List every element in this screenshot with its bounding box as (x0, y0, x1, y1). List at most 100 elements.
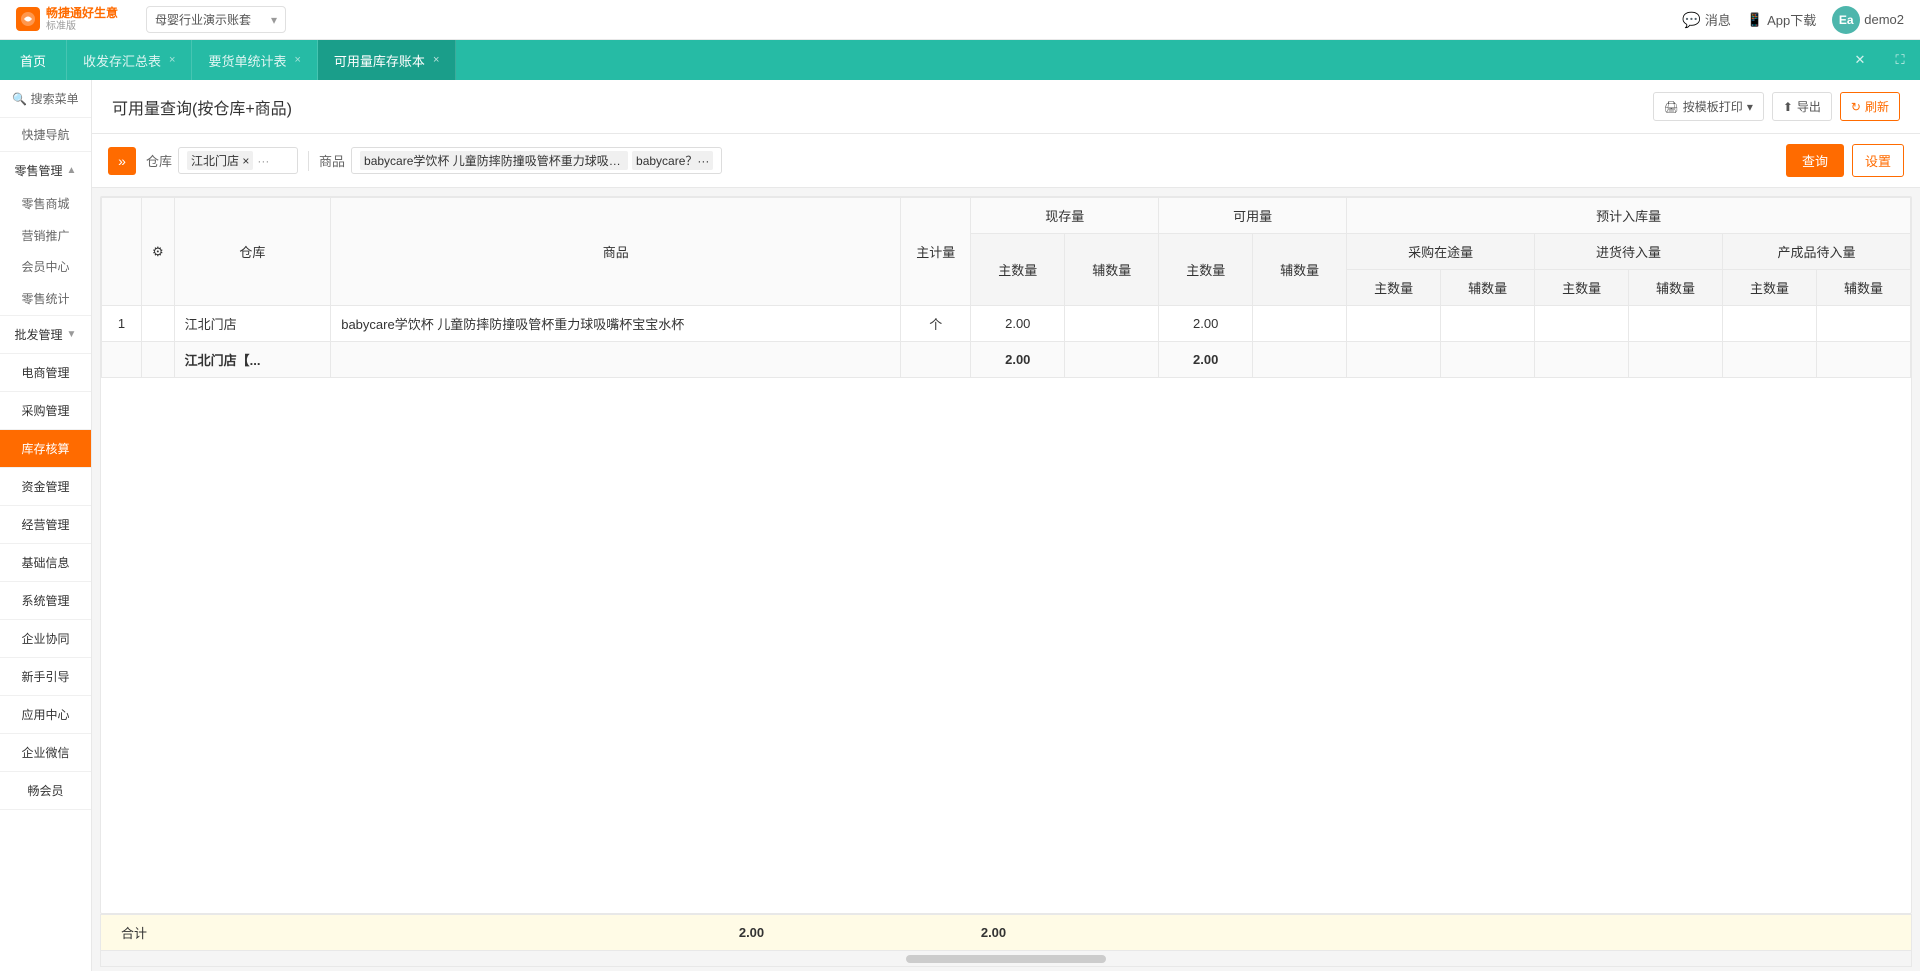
chevron-up-icon: ▲ (67, 165, 77, 176)
th-pit-main: 主数量 (1347, 270, 1441, 306)
sidebar-item-collab-label: 企业协同 (21, 630, 69, 647)
gear-icon[interactable]: ⚙ (152, 244, 164, 259)
expand-nav-button[interactable]: ⛶ (1880, 40, 1920, 80)
sidebar-group-retail-header[interactable]: 零售管理 ▲ (0, 152, 91, 189)
table-row: 1 江北门店 babycare学饮杯 儿童防摔防撞吸管杯重力球吸嘴杯宝宝水杯 个… (102, 306, 1911, 342)
cell-prod-main (1723, 342, 1817, 378)
username-label: demo2 (1864, 12, 1904, 27)
industry-selector[interactable]: 母婴行业演示账套 ▾ (146, 6, 286, 33)
tab-home[interactable]: 首页 (0, 40, 67, 80)
query-button[interactable]: 查询 (1786, 144, 1844, 177)
sidebar-group-apps-header[interactable]: 应用中心 (0, 696, 91, 733)
sidebar-group-collab-header[interactable]: 企业协同 (0, 620, 91, 657)
sidebar-group-apps: 应用中心 (0, 696, 91, 734)
cell-pit-aux (1441, 342, 1535, 378)
sidebar-item-apps-label: 应用中心 (21, 706, 69, 723)
sidebar-group-vip-header[interactable]: 畅会员 (0, 772, 91, 809)
th-pp-aux: 辅数量 (1629, 270, 1723, 306)
th-purchase-in-transit-group: 采购在途量 (1347, 234, 1535, 270)
cell-stock-main: 2.00 (971, 306, 1065, 342)
sidebar-group-system-header[interactable]: 系统管理 (0, 582, 91, 619)
cell-prod-aux (1817, 306, 1911, 342)
sidebar-group-newuser: 新手引导 (0, 658, 91, 696)
close-tab-available-inventory[interactable]: × (433, 54, 439, 66)
sidebar-group-wechat: 企业微信 (0, 734, 91, 772)
cell-product (331, 342, 901, 378)
table-area: ⚙ 仓库 商品 主计量 现存量 (100, 196, 1912, 914)
th-gear: ⚙ (142, 198, 175, 306)
sidebar-item-ecommerce-mall[interactable]: 零售商城 (0, 189, 91, 221)
sidebar-group-finance-header[interactable]: 资金管理 (0, 468, 91, 505)
settings-button[interactable]: 设置 (1852, 144, 1904, 177)
sidebar-group-system: 系统管理 (0, 582, 91, 620)
cell-available-aux (1253, 306, 1347, 342)
tab-order-stats[interactable]: 要货单统计表 × (192, 40, 317, 80)
sidebar-group-ecom-header[interactable]: 电商管理 (0, 354, 91, 391)
sidebar-search[interactable]: 🔍 搜索菜单 (0, 80, 91, 118)
th-production-pending-group: 产成品待入量 (1723, 234, 1911, 270)
th-available-aux: 辅数量 (1253, 234, 1347, 306)
close-icon: ✕ (1855, 52, 1866, 68)
print-button[interactable]: 🖨 按模板打印 ▾ (1653, 92, 1764, 121)
th-pp-main: 主数量 (1535, 270, 1629, 306)
warehouse-filter-tags[interactable]: 江北门店 × ··· (178, 147, 298, 174)
expand-icon: ⛶ (1895, 52, 1904, 68)
footer-label: 合计 (111, 923, 691, 942)
user-profile[interactable]: Ea demo2 (1832, 6, 1904, 34)
sidebar-group-finance: 资金管理 (0, 468, 91, 506)
sidebar-item-wechat-label: 企业微信 (21, 744, 69, 761)
tab-available-inventory[interactable]: 可用量库存账本 × (318, 40, 456, 80)
inventory-table: ⚙ 仓库 商品 主计量 现存量 (101, 197, 1911, 378)
logo-sub-text: 标准版 (46, 21, 118, 33)
cell-main-unit: 个 (901, 306, 971, 342)
sidebar-item-system-label: 系统管理 (21, 592, 69, 609)
table-row: 江北门店【... 2.00 2.00 (102, 342, 1911, 378)
sidebar-group-basic-header[interactable]: 基础信息 (0, 544, 91, 581)
message-label: 消息 (1705, 10, 1731, 29)
th-row-num (102, 198, 142, 306)
sidebar-item-marketing[interactable]: 营销推广 (0, 221, 91, 253)
app-download-button[interactable]: 📱 App下载 (1747, 10, 1816, 29)
product-filter-tags[interactable]: babycare学饮杯 儿童防摔防撞吸管杯重力球吸嘴杯宝宝水杯 × babyca… (351, 147, 722, 174)
tab-receivables[interactable]: 收发存汇总表 × (67, 40, 192, 80)
sidebar-item-purchase-label: 采购管理 (21, 402, 69, 419)
th-stock-main: 主数量 (971, 234, 1065, 306)
page-actions: 🖨 按模板打印 ▾ ⬆ 导出 ↻ 刷新 (1653, 92, 1900, 121)
page-title: 可用量查询(按仓库+商品) (112, 95, 292, 119)
nav-right-buttons: ✕ ⛶ (1840, 40, 1920, 80)
sidebar-group-retail: 零售管理 ▲ 零售商城 营销推广 会员中心 零售统计 (0, 152, 91, 316)
filter-separator (308, 151, 309, 171)
close-tab-receivables[interactable]: × (169, 54, 175, 66)
sidebar-group-inventory-header[interactable]: 库存核算 (0, 430, 91, 467)
warehouse-more[interactable]: ··· (257, 154, 269, 168)
sidebar-item-members[interactable]: 会员中心 (0, 252, 91, 284)
sidebar-group-wechat-header[interactable]: 企业微信 (0, 734, 91, 771)
logo-main-text: 畅捷通好生意 (46, 6, 118, 20)
sidebar-quick-nav-label: 快捷导航 (21, 128, 69, 142)
export-button[interactable]: ⬆ 导出 (1772, 92, 1832, 121)
sidebar-group-newuser-header[interactable]: 新手引导 (0, 658, 91, 695)
close-tab-order-stats[interactable]: × (294, 54, 300, 66)
sidebar-group-operations: 经营管理 (0, 506, 91, 544)
sidebar-group-basic: 基础信息 (0, 544, 91, 582)
sidebar-quick-nav[interactable]: 快捷导航 (0, 118, 91, 152)
sidebar-group-wholesale-header[interactable]: 批发管理 ▼ (0, 316, 91, 353)
nav-tabs: 首页 收发存汇总表 × 要货单统计表 × 可用量库存账本 × ✕ ⛶ (0, 40, 1920, 80)
warehouse-tag: 江北门店 × (187, 151, 253, 170)
sidebar-group-operations-header[interactable]: 经营管理 (0, 506, 91, 543)
cell-warehouse: 江北门店 (174, 306, 331, 342)
th-available-group: 可用量 (1159, 198, 1347, 234)
sidebar-item-retail-stats[interactable]: 零售统计 (0, 284, 91, 316)
bottom-scrollbar[interactable] (100, 951, 1912, 967)
close-nav-button[interactable]: ✕ (1840, 40, 1880, 80)
sidebar-group-vip: 畅会员 (0, 772, 91, 810)
th-pit-aux: 辅数量 (1441, 270, 1535, 306)
cell-pit-main (1347, 306, 1441, 342)
filter-expand-button[interactable]: » (108, 147, 136, 175)
refresh-button[interactable]: ↻ 刷新 (1840, 92, 1900, 121)
message-button[interactable]: 💬 消息 (1682, 10, 1731, 29)
scroll-thumb[interactable] (906, 955, 1106, 963)
cell-pit-aux (1441, 306, 1535, 342)
content-area: 可用量查询(按仓库+商品) 🖨 按模板打印 ▾ ⬆ 导出 ↻ 刷新 (92, 80, 1920, 971)
sidebar-group-purchase-header[interactable]: 采购管理 (0, 392, 91, 429)
